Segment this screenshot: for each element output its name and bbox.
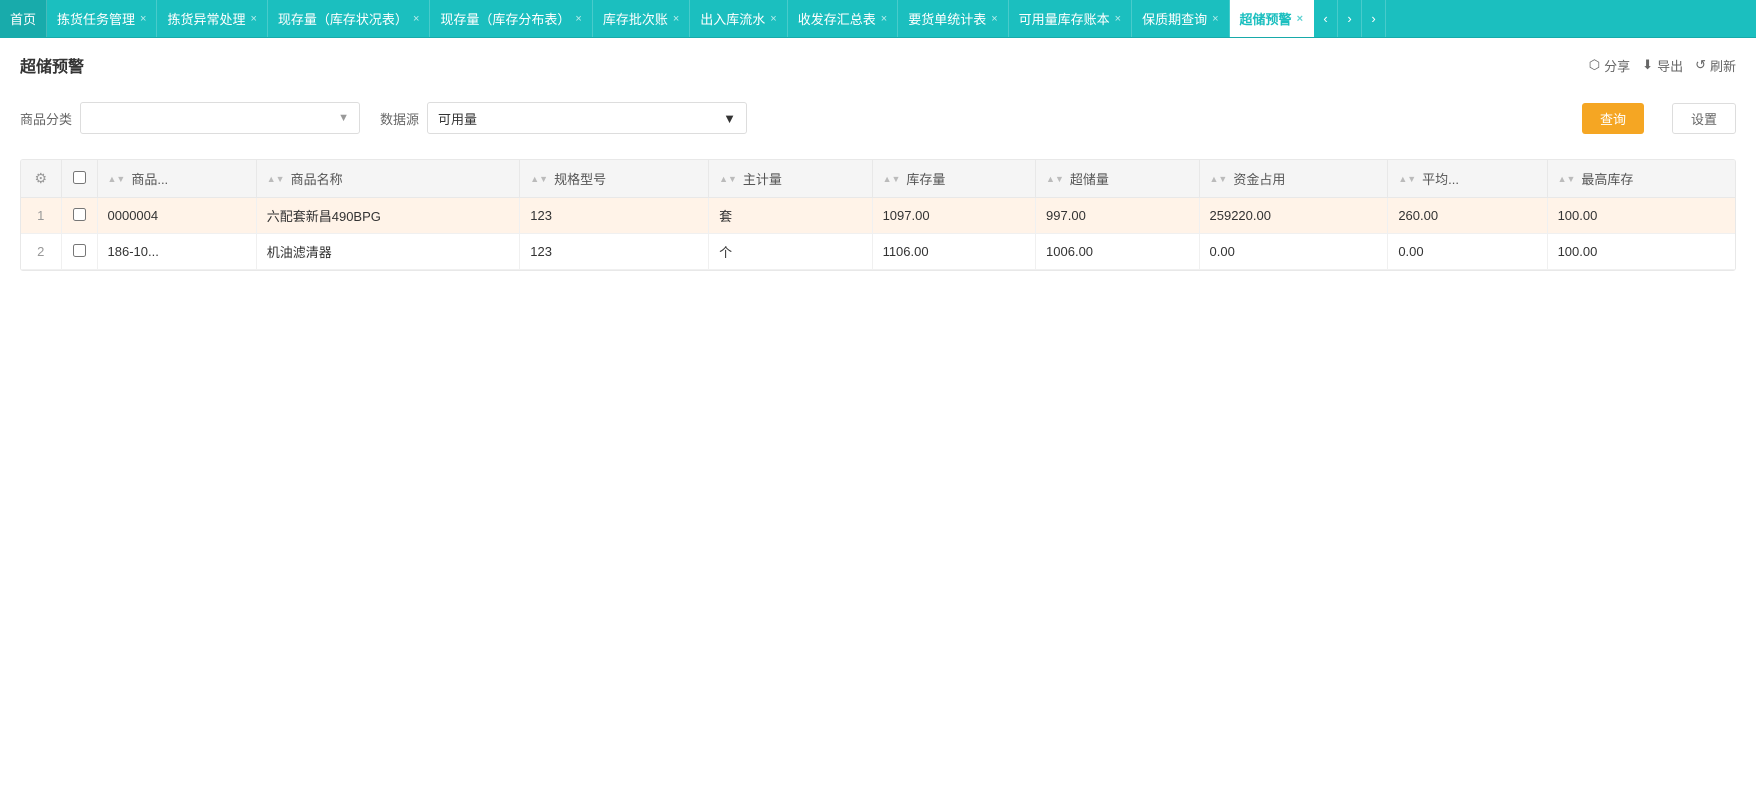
nav-next-arrow[interactable]: ›	[1338, 0, 1362, 37]
nav-item-stock-status[interactable]: 现存量（库存状况表） ×	[268, 0, 430, 37]
sort-icon: ▲▼	[719, 174, 737, 184]
cell-product-code: 0000004	[97, 198, 256, 234]
cell-product-name: 机油滤清器	[256, 234, 520, 270]
nav-item-home[interactable]: 首页	[0, 0, 47, 37]
row-checkbox[interactable]	[73, 208, 86, 221]
close-icon[interactable]: ×	[575, 13, 581, 25]
cell-spec: 123	[520, 234, 709, 270]
cell-overflow: 1006.00	[1036, 234, 1199, 270]
table-header-row: ⚙ ▲▼ 商品... ▲▼ 商品名称	[21, 160, 1735, 198]
category-select[interactable]: ▼	[80, 102, 360, 134]
nav-item-stock-dist[interactable]: 现存量（库存分布表） ×	[430, 0, 592, 37]
row-number: 2	[21, 234, 61, 270]
row-checkbox-cell	[61, 198, 97, 234]
th-avg[interactable]: ▲▼ 平均...	[1388, 160, 1547, 198]
row-number: 1	[21, 198, 61, 234]
refresh-icon: ↺	[1695, 57, 1706, 73]
cell-unit: 套	[709, 198, 872, 234]
nav-item-picking-exception[interactable]: 拣货异常处理 ×	[157, 0, 267, 37]
cell-max-stock: 100.00	[1547, 234, 1735, 270]
nav-item-collect-summary[interactable]: 收发存汇总表 ×	[788, 0, 898, 37]
sort-icon: ▲▼	[108, 174, 126, 184]
nav-item-batch-account[interactable]: 库存批次账 ×	[593, 0, 690, 37]
cell-max-stock: 100.00	[1547, 198, 1735, 234]
close-icon[interactable]: ×	[140, 13, 146, 25]
close-icon[interactable]: ×	[770, 13, 776, 25]
th-checkbox	[61, 160, 97, 198]
cell-avg: 260.00	[1388, 198, 1547, 234]
sort-icon: ▲▼	[1210, 174, 1228, 184]
category-label: 商品分类	[20, 109, 72, 128]
th-overflow[interactable]: ▲▼ 超储量	[1036, 160, 1199, 198]
close-icon[interactable]: ×	[1115, 13, 1121, 25]
th-unit[interactable]: ▲▼ 主计量	[709, 160, 872, 198]
nav-item-picking-task[interactable]: 拣货任务管理 ×	[47, 0, 157, 37]
nav-item-inout-flow[interactable]: 出入库流水 ×	[690, 0, 787, 37]
chevron-down-icon: ▼	[723, 111, 736, 126]
th-stock[interactable]: ▲▼ 库存量	[872, 160, 1035, 198]
close-icon[interactable]: ×	[881, 13, 887, 25]
header-actions: ⬡ 分享 ⬇ 导出 ↺ 刷新	[1589, 56, 1736, 75]
sort-icon: ▲▼	[267, 174, 285, 184]
cell-capital: 0.00	[1199, 234, 1388, 270]
th-capital[interactable]: ▲▼ 资金占用	[1199, 160, 1388, 198]
nav-prev-arrow[interactable]: ‹	[1314, 0, 1338, 37]
close-icon[interactable]: ×	[991, 13, 997, 25]
sort-icon: ▲▼	[1558, 174, 1576, 184]
nav-item-quality-period[interactable]: 保质期查询 ×	[1132, 0, 1229, 37]
export-button[interactable]: ⬇ 导出	[1642, 56, 1683, 75]
category-filter-group: 商品分类 ▼	[20, 102, 360, 134]
cell-product-code: 186-10...	[97, 234, 256, 270]
th-settings: ⚙	[21, 160, 61, 198]
sort-icon: ▲▼	[530, 174, 548, 184]
table-row: 2 186-10... 机油滤清器 123 个 1106.00 1006.00 …	[21, 234, 1735, 270]
cell-avg: 0.00	[1388, 234, 1547, 270]
cell-stock: 1097.00	[872, 198, 1035, 234]
cell-spec: 123	[520, 198, 709, 234]
nav-more-arrow[interactable]: ›	[1362, 0, 1386, 37]
close-icon[interactable]: ×	[1212, 13, 1218, 25]
th-spec[interactable]: ▲▼ 规格型号	[520, 160, 709, 198]
th-max-stock[interactable]: ▲▼ 最高库存	[1547, 160, 1735, 198]
page-header: 超储预警 ⬡ 分享 ⬇ 导出 ↺ 刷新	[20, 53, 1736, 77]
cell-capital: 259220.00	[1199, 198, 1388, 234]
nav-item-overflow-warning[interactable]: 超储预警 ×	[1230, 0, 1314, 37]
th-product-code[interactable]: ▲▼ 商品...	[97, 160, 256, 198]
table-row: 1 0000004 六配套新昌490BPG 123 套 1097.00 997.…	[21, 198, 1735, 234]
chevron-down-icon: ▼	[338, 112, 349, 124]
nav-item-available-account[interactable]: 可用量库存账本 ×	[1009, 0, 1132, 37]
nav-item-order-stats[interactable]: 要货单统计表 ×	[898, 0, 1008, 37]
nav-bar: 首页 拣货任务管理 × 拣货异常处理 × 现存量（库存状况表） × 现存量（库存…	[0, 0, 1756, 38]
datasource-select[interactable]: 可用量 ▼	[427, 102, 747, 134]
close-icon[interactable]: ×	[673, 13, 679, 25]
filter-area: 商品分类 ▼ 数据源 可用量 ▼ 查询 设置	[20, 92, 1736, 144]
share-icon: ⬡	[1589, 57, 1600, 73]
cell-unit: 个	[709, 234, 872, 270]
cell-product-name: 六配套新昌490BPG	[256, 198, 520, 234]
close-icon[interactable]: ×	[413, 13, 419, 25]
page-container: 超储预警 ⬡ 分享 ⬇ 导出 ↺ 刷新 商品分类 ▼ 数据源	[0, 38, 1756, 800]
select-all-checkbox[interactable]	[73, 171, 86, 184]
refresh-button[interactable]: ↺ 刷新	[1695, 56, 1736, 75]
page-title: 超储预警	[20, 53, 84, 77]
query-button[interactable]: 查询	[1582, 103, 1644, 134]
cell-stock: 1106.00	[872, 234, 1035, 270]
settings-button[interactable]: 设置	[1672, 103, 1736, 134]
datasource-filter-group: 数据源 可用量 ▼	[380, 102, 747, 134]
datasource-label: 数据源	[380, 109, 419, 128]
gear-icon[interactable]: ⚙	[34, 170, 47, 186]
row-checkbox-cell	[61, 234, 97, 270]
sort-icon: ▲▼	[1398, 174, 1416, 184]
export-icon: ⬇	[1642, 57, 1653, 73]
cell-overflow: 997.00	[1036, 198, 1199, 234]
close-icon[interactable]: ×	[250, 13, 256, 25]
data-table: ⚙ ▲▼ 商品... ▲▼ 商品名称	[20, 159, 1736, 271]
th-product-name[interactable]: ▲▼ 商品名称	[256, 160, 520, 198]
sort-icon: ▲▼	[1046, 174, 1064, 184]
sort-icon: ▲▼	[883, 174, 901, 184]
row-checkbox[interactable]	[73, 244, 86, 257]
close-icon[interactable]: ×	[1297, 13, 1303, 25]
share-button[interactable]: ⬡ 分享	[1589, 56, 1630, 75]
datasource-select-value: 可用量	[438, 109, 477, 128]
